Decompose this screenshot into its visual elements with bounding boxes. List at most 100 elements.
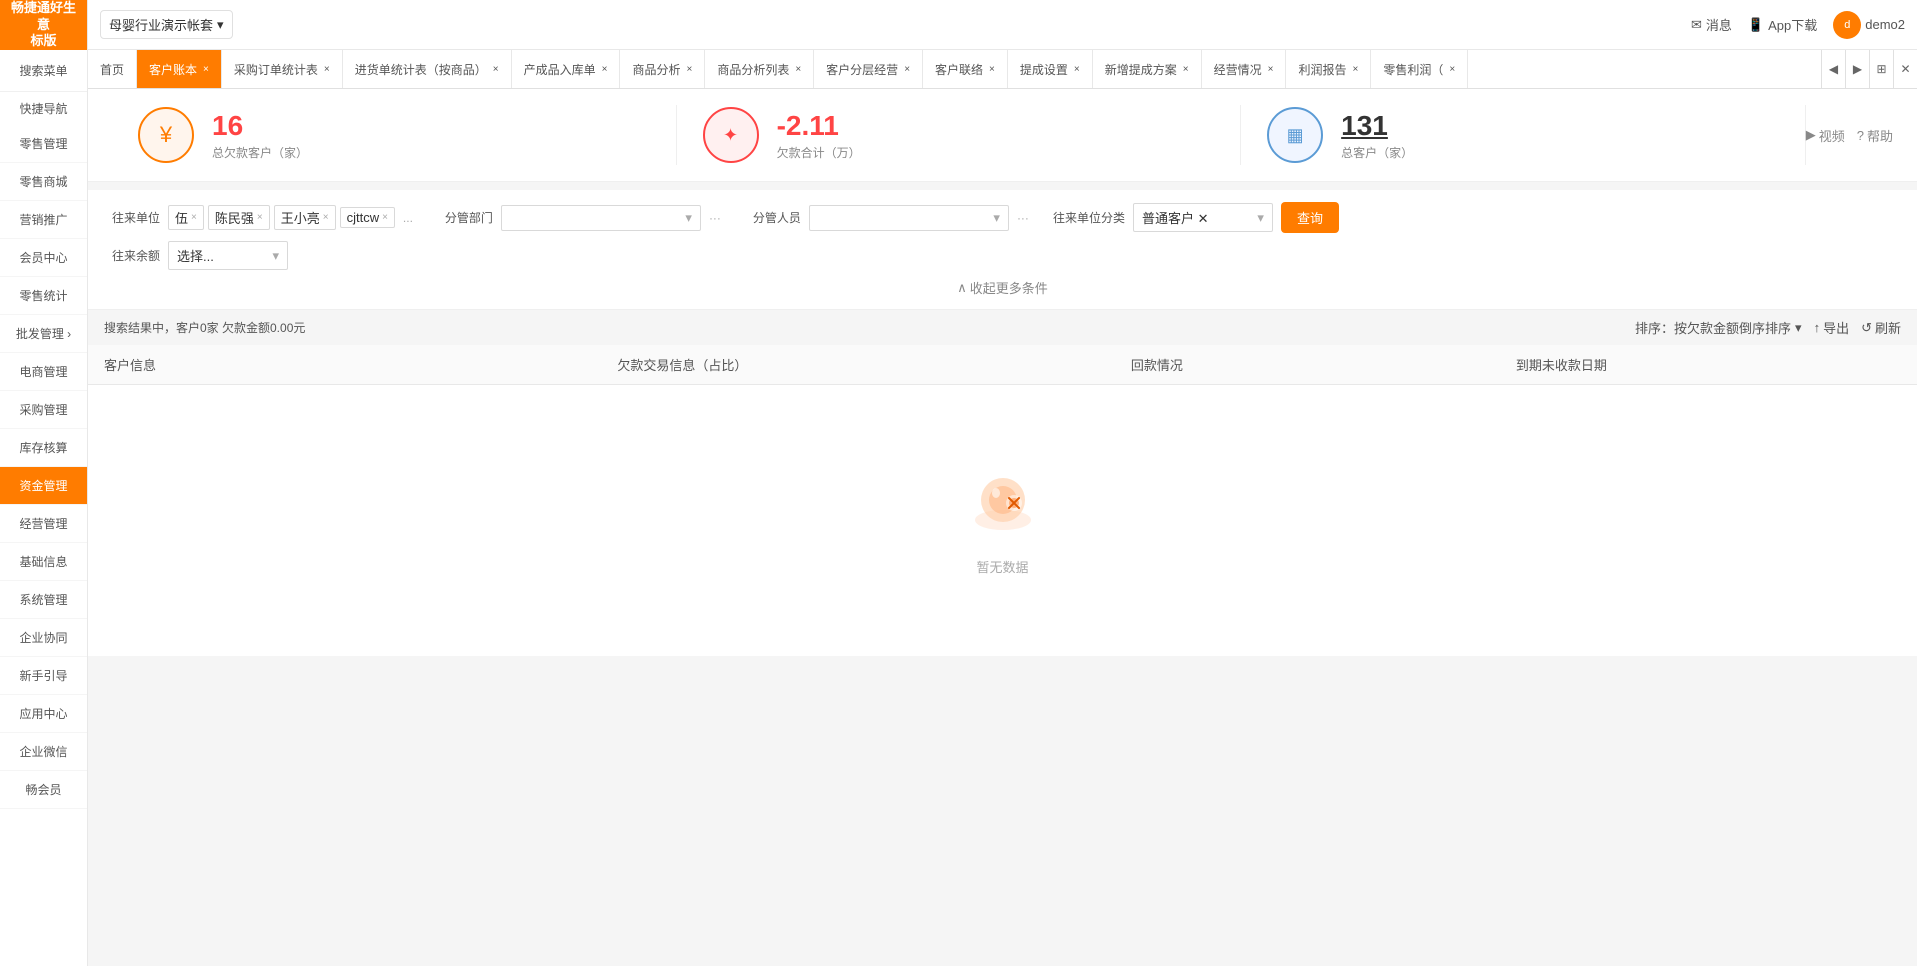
summary-info-debt: -2.11 欠款合计（万） xyxy=(777,109,1217,162)
tab-retail-profit[interactable]: 零售利润（× xyxy=(1371,50,1468,88)
account-selector[interactable]: 母婴行业演示帐套 ▾ xyxy=(100,10,233,39)
tab-stock-stats[interactable]: 进货单统计表（按商品）× xyxy=(343,50,512,88)
filter-bar: 往来单位 伍×陈民强×王小亮×cjttcw× ... 分管部门 ▾ ··· 分管… xyxy=(88,190,1917,310)
sort-selector[interactable]: 排序：按欠款金额倒序排序 ▾ xyxy=(1635,318,1802,337)
tab-goods-analysis-list[interactable]: 商品分析列表× xyxy=(705,50,814,88)
tab-close-promo-settings[interactable]: × xyxy=(1074,64,1080,75)
dept-more-btn[interactable]: ··· xyxy=(709,211,721,225)
summary-info-customers: 16 总欠款客户（家） xyxy=(212,109,652,162)
tab-close-goods-analysis[interactable]: × xyxy=(686,64,692,75)
dept-select[interactable]: ▾ xyxy=(501,205,701,231)
chevron-down-icon: ▾ xyxy=(685,210,692,226)
user-menu[interactable]: d demo2 xyxy=(1833,11,1905,39)
sidebar-item-inventory[interactable]: 库存核算 xyxy=(0,429,87,467)
tab-prev-button[interactable]: ◀ xyxy=(1821,50,1845,88)
sidebar-item-wholesale[interactable]: 批发管理 › xyxy=(0,315,87,353)
refresh-button[interactable]: ↺ 刷新 xyxy=(1861,318,1901,337)
sidebar-item-ecommerce[interactable]: 电商管理 xyxy=(0,353,87,391)
tab-close-purchase-orders[interactable]: × xyxy=(324,64,330,75)
sidebar-item-app-center[interactable]: 应用中心 xyxy=(0,695,87,733)
filter-row-2: 往来余额 选择... ▾ xyxy=(104,241,1901,270)
summary-bar: ¥ 16 总欠款客户（家） ✦ -2.11 欠款合计（万） xyxy=(88,89,1917,182)
text-help-button[interactable]: ? 帮助 xyxy=(1857,126,1893,145)
video-icon: ▶ xyxy=(1806,127,1816,143)
tag-text: cjttcw xyxy=(347,210,380,225)
unit-label: 往来单位 xyxy=(104,209,160,226)
tag-remove-button[interactable]: × xyxy=(382,212,388,223)
unit-class-label: 往来单位分类 xyxy=(1053,209,1125,226)
sidebar-item-operations[interactable]: 经营管理 xyxy=(0,505,87,543)
sidebar-item-basic[interactable]: 基础信息 xyxy=(0,543,87,581)
tab-next-button[interactable]: ▶ xyxy=(1845,50,1869,88)
export-icon: ↑ xyxy=(1814,320,1821,335)
tab-close-profit-report[interactable]: × xyxy=(1352,64,1358,75)
tab-close-biz-status[interactable]: × xyxy=(1268,64,1274,75)
tab-close-goods-analysis-list[interactable]: × xyxy=(795,64,801,75)
tag-remove-button[interactable]: × xyxy=(191,212,197,223)
data-table: 客户信息欠款交易信息（占比）回款情况到期未收款日期 暂无数据 xyxy=(88,345,1917,656)
sidebar-item-vip[interactable]: 畅会员 xyxy=(0,771,87,809)
tab-goods-analysis[interactable]: 商品分析× xyxy=(620,50,705,88)
filter-tag-unit: 伍× xyxy=(168,205,204,230)
sidebar-search-area[interactable]: 搜索菜单 xyxy=(0,50,87,92)
sidebar-item-retail-stats[interactable]: 零售统计 xyxy=(0,277,87,315)
search-menu-button[interactable]: 搜索菜单 xyxy=(8,58,79,83)
unit-class-value: 普通客户 ✕ xyxy=(1142,208,1209,227)
remainder-select[interactable]: 选择... ▾ xyxy=(168,241,288,270)
tab-biz-status[interactable]: 经营情况× xyxy=(1202,50,1287,88)
tag-text: 伍 xyxy=(175,208,188,227)
sidebar-item-purchase[interactable]: 采购管理 xyxy=(0,391,87,429)
tab-close-stock-stats[interactable]: × xyxy=(493,64,499,75)
tab-close-new-promo[interactable]: × xyxy=(1183,64,1189,75)
sidebar-item-system[interactable]: 系统管理 xyxy=(0,581,87,619)
sidebar-item-marketing[interactable]: 营销推广 xyxy=(0,201,87,239)
person-label: 分管人员 xyxy=(745,209,801,226)
summary-card-total: ▦ 131 总客户（家） xyxy=(1241,105,1806,165)
more-tags-button[interactable]: ... xyxy=(403,211,413,225)
tag-remove-button[interactable]: × xyxy=(257,212,263,223)
tab-cost-entry[interactable]: 产成品入库单× xyxy=(512,50,621,88)
topbar-right: ✉ 消息 📱 App下载 d demo2 xyxy=(1691,11,1905,39)
tab-customer-tier[interactable]: 客户分层经营× xyxy=(814,50,923,88)
sidebar-item-retail[interactable]: 零售管理 xyxy=(0,125,87,163)
sidebar-item-wechat[interactable]: 企业微信 xyxy=(0,733,87,771)
filter-row-1: 往来单位 伍×陈民强×王小亮×cjttcw× ... 分管部门 ▾ ··· 分管… xyxy=(104,202,1901,233)
chevron-down-icon: ▾ xyxy=(993,210,1000,226)
sidebar-item-enterprise[interactable]: 企业协同 xyxy=(0,619,87,657)
export-button[interactable]: ↑ 导出 xyxy=(1814,318,1850,337)
video-help-button[interactable]: ▶ 视频 xyxy=(1806,126,1845,145)
tab-customer-contact[interactable]: 客户联络× xyxy=(923,50,1008,88)
tab-new-promo[interactable]: 新增提成方案× xyxy=(1093,50,1202,88)
collapse-button[interactable]: ∧ 收起更多条件 xyxy=(957,278,1048,297)
query-button[interactable]: 查询 xyxy=(1281,202,1339,233)
window-close-button[interactable]: ✕ xyxy=(1893,50,1917,88)
tag-remove-button[interactable]: × xyxy=(323,212,329,223)
message-button[interactable]: ✉ 消息 xyxy=(1691,15,1732,34)
tab-purchase-orders[interactable]: 采购订单统计表× xyxy=(222,50,343,88)
tab-home[interactable]: 首页 xyxy=(88,50,137,88)
help-icon: ? xyxy=(1857,128,1864,143)
tab-customers[interactable]: 客户账本× xyxy=(137,50,222,88)
tab-close-customers[interactable]: × xyxy=(203,64,209,75)
sidebar-item-finance[interactable]: 资金管理 xyxy=(0,467,87,505)
tab-promo-settings[interactable]: 提成设置× xyxy=(1008,50,1093,88)
total-customers-value: 131 xyxy=(1341,109,1781,143)
results-actions: 排序：按欠款金额倒序排序 ▾ ↑ 导出 ↺ 刷新 xyxy=(1635,318,1901,337)
sidebar-item-retail-mall[interactable]: 零售商城 xyxy=(0,163,87,201)
sidebar-item-guide[interactable]: 新手引导 xyxy=(0,657,87,695)
table-col-0: 客户信息 xyxy=(104,355,617,374)
person-more-btn[interactable]: ··· xyxy=(1017,211,1029,225)
app-download-button[interactable]: 📱 App下载 xyxy=(1748,15,1817,34)
quick-nav-button[interactable]: 快捷导航 xyxy=(0,92,87,125)
tab-close-cost-entry[interactable]: × xyxy=(602,64,608,75)
tab-expand-button[interactable]: ⊞ xyxy=(1869,50,1893,88)
tab-close-customer-tier[interactable]: × xyxy=(904,64,910,75)
tab-close-retail-profit[interactable]: × xyxy=(1449,64,1455,75)
person-select[interactable]: ▾ xyxy=(809,205,1009,231)
mobile-icon: 📱 xyxy=(1748,17,1764,33)
tab-profit-report[interactable]: 利润报告× xyxy=(1286,50,1371,88)
tab-close-customer-contact[interactable]: × xyxy=(989,64,995,75)
sidebar-item-member[interactable]: 会员中心 xyxy=(0,239,87,277)
unit-class-select[interactable]: 普通客户 ✕ ▾ xyxy=(1133,203,1273,232)
refresh-icon: ↺ xyxy=(1861,320,1872,336)
